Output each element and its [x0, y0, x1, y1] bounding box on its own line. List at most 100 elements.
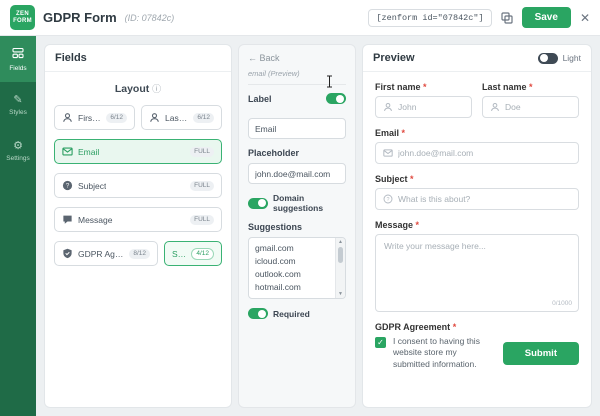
sidebar: Fields ✎ Styles ⚙ Settings	[0, 36, 36, 416]
last-name-label: Last name *	[482, 82, 533, 92]
person-icon	[384, 102, 392, 111]
label-input[interactable]	[248, 118, 346, 139]
required-toggle[interactable]	[248, 308, 268, 319]
shield-icon	[63, 248, 72, 259]
required-marker: *	[401, 128, 406, 138]
width-badge: FULL	[190, 214, 214, 225]
back-link[interactable]: ← Back	[248, 53, 280, 63]
suggestions-title: Suggestions	[248, 222, 303, 232]
sidebar-item-label: Settings	[6, 154, 30, 162]
suggestion-item[interactable]: hotmail.com	[249, 280, 335, 293]
domain-suggestions-row: Domain suggestions	[248, 193, 346, 213]
field-settings-panel: ← Back email (Preview) Label Placeholder…	[238, 44, 356, 408]
placeholder-section-title: Placeholder	[248, 148, 300, 158]
field-chip-label: First name	[78, 112, 102, 123]
label-toggle[interactable]	[326, 93, 346, 104]
domain-suggestions-toggle[interactable]	[248, 197, 268, 209]
width-badge: 6/12	[106, 112, 127, 123]
shortcode-chip: [zenform id="07842c"]	[368, 8, 492, 27]
email-placeholder: john.doe@mail.com	[398, 148, 474, 158]
toggle-knob	[539, 54, 548, 62]
suggestion-item[interactable]: outlook.com	[249, 267, 335, 280]
required-marker: *	[415, 220, 420, 230]
label-toggle-row: Label	[248, 93, 346, 104]
width-badge: 6/12	[193, 112, 214, 123]
theme-label: Light	[562, 53, 581, 63]
check-icon: ✓	[377, 338, 384, 347]
submit-button[interactable]: Submit	[502, 341, 579, 365]
person-icon	[491, 102, 499, 111]
person-icon	[150, 113, 159, 122]
placeholder-input[interactable]	[248, 163, 346, 184]
width-badge: 4/12	[191, 247, 214, 260]
scroll-thumb[interactable]	[338, 247, 343, 263]
last-name-group: Last name * Doe	[482, 82, 579, 118]
fields-icon	[12, 47, 24, 62]
form-id: (ID: 07842c)	[124, 12, 175, 23]
field-chip-label: Last name	[165, 112, 189, 123]
field-chip-label: Subject	[78, 180, 107, 191]
preview-title: Preview	[373, 52, 415, 64]
back-arrow-icon: ←	[248, 53, 257, 63]
field-chip-message[interactable]: Message FULL	[54, 207, 222, 232]
gdpr-consent-row: ✓ I consent to having this website store…	[375, 336, 579, 370]
suggestions-listbox[interactable]: gmail.com icloud.com outlook.com hotmail…	[248, 237, 346, 299]
preview-form: First name * John Last name * Doe Email …	[363, 72, 591, 390]
copy-icon[interactable]	[500, 11, 513, 24]
required-marker: *	[410, 174, 414, 184]
fields-layout: Layout ⓘ First name 6/12	[45, 72, 231, 285]
subject-group: Subject * ? What is this about?	[375, 174, 579, 210]
app-logo: ZEN FORM	[10, 5, 35, 30]
mail-icon	[62, 147, 73, 156]
field-chip-label: Message	[78, 214, 113, 225]
settings-icon: ⚙	[13, 139, 23, 152]
required-marker: *	[452, 322, 457, 332]
field-chip-submit[interactable]: Submit 4/12	[164, 241, 222, 266]
field-chip-gdpr[interactable]: GDPR Agreement 8/12	[54, 241, 158, 266]
required-marker: *	[423, 82, 427, 92]
email-group: Email * john.doe@mail.com	[375, 128, 579, 164]
scroll-up-icon[interactable]: ▲	[338, 239, 343, 245]
width-badge: 8/12	[129, 248, 150, 259]
theme-toggle[interactable]	[537, 52, 558, 64]
message-group: Message * Write your message here... 0/1…	[375, 220, 579, 312]
page-title: GDPR Form	[43, 10, 117, 25]
suggestion-item[interactable]: gmail.com	[249, 241, 335, 254]
gdpr-label: GDPR Agreement *	[375, 322, 457, 332]
fields-panel: Fields Layout ⓘ First name 6/12	[44, 44, 232, 408]
mail-icon	[383, 149, 393, 157]
scroll-down-icon[interactable]: ▼	[338, 291, 343, 297]
close-icon[interactable]: ✕	[580, 12, 590, 24]
width-badge: FULL	[190, 180, 214, 191]
toggle-knob	[258, 309, 266, 318]
scrollbar[interactable]: ▲ ▼	[335, 238, 345, 298]
top-bar-actions: [zenform id="07842c"] Save ✕	[368, 7, 590, 28]
subject-field[interactable]: ? What is this about?	[375, 188, 579, 210]
field-chip-email[interactable]: Email FULL	[54, 139, 222, 164]
layout-title: Layout ⓘ	[114, 83, 162, 95]
message-field[interactable]: Write your message here... 0/1000	[375, 234, 579, 312]
svg-text:?: ?	[386, 197, 389, 203]
logo-line2: FORM	[13, 17, 32, 24]
field-chip-label: Submit	[172, 248, 188, 259]
sidebar-item-settings[interactable]: ⚙ Settings	[0, 128, 36, 174]
last-name-field[interactable]: Doe	[482, 96, 579, 118]
field-chip-label: GDPR Agreement	[78, 248, 124, 259]
char-counter: 0/1000	[552, 300, 572, 307]
styles-icon: ✎	[13, 93, 23, 106]
logo-line1: ZEN	[16, 10, 29, 17]
field-chip-last-name[interactable]: Last name 6/12	[141, 105, 222, 130]
sidebar-item-fields[interactable]: Fields	[0, 36, 36, 82]
message-placeholder: Write your message here...	[384, 241, 486, 251]
sidebar-item-styles[interactable]: ✎ Styles	[0, 82, 36, 128]
save-button[interactable]: Save	[521, 7, 571, 28]
first-name-field[interactable]: John	[375, 96, 472, 118]
required-row: Required	[248, 308, 346, 319]
suggestion-item[interactable]: icloud.com	[249, 254, 335, 267]
gdpr-checkbox[interactable]: ✓	[375, 337, 386, 348]
field-chip-first-name[interactable]: First name 6/12	[54, 105, 135, 130]
preview-header: Preview Light	[363, 45, 591, 72]
field-chip-subject[interactable]: ? Subject FULL	[54, 173, 222, 198]
email-field[interactable]: john.doe@mail.com	[375, 142, 579, 164]
email-label: Email *	[375, 128, 406, 138]
